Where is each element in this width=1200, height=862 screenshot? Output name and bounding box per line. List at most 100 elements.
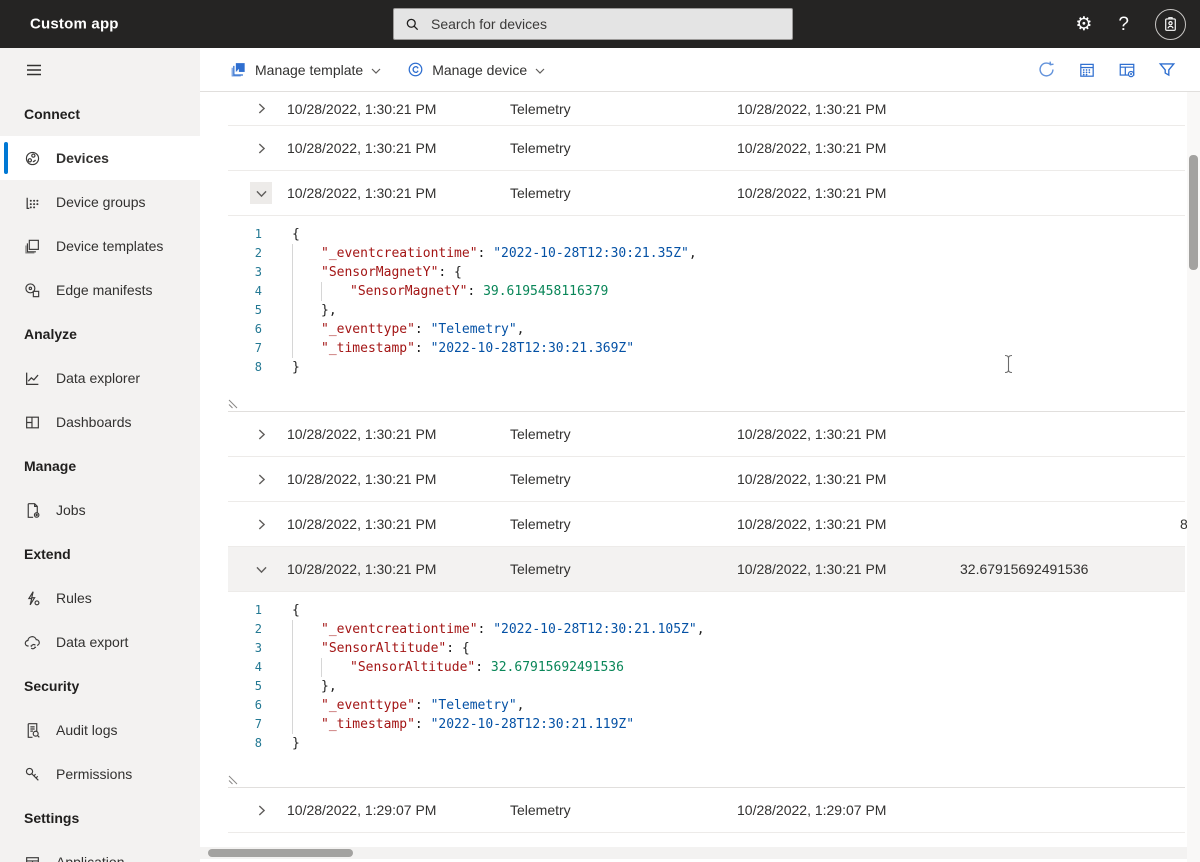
code-text: "_eventtype": "Telemetry", (292, 696, 525, 715)
code-line: 6"_eventtype": "Telemetry", (228, 320, 1185, 339)
code-line: 4"SensorAltitude": 32.67915692491536 (228, 658, 1185, 677)
telemetry-row[interactable]: 10/28/2022, 1:30:21 PMTelemetry10/28/202… (228, 547, 1185, 592)
code-text: } (292, 734, 300, 753)
line-number: 5 (228, 677, 262, 696)
manage-device-label: Manage device (432, 62, 527, 78)
chevron-right-icon[interactable] (250, 98, 272, 120)
horizontal-scrollbar[interactable] (200, 847, 1187, 859)
vertical-scrollbar-thumb[interactable] (1189, 155, 1198, 270)
code-text: "_eventcreationtime": "2022-10-28T12:30:… (292, 620, 705, 639)
line-number: 1 (228, 601, 262, 620)
telemetry-row[interactable]: 10/28/2022, 1:30:21 PMTelemetry10/28/202… (228, 171, 1185, 216)
chevron-down-icon[interactable] (250, 558, 272, 580)
code-line: 6"_eventtype": "Telemetry", (228, 696, 1185, 715)
search-input[interactable] (429, 15, 781, 33)
nav-section-header-connect: Connect (0, 92, 200, 136)
grid-rows: 10/28/2022, 1:30:21 PM Telemetry 10/28/202… (228, 92, 1185, 833)
telemetry-row[interactable]: 10/28/2022, 1:30:21 PMTelemetry10/28/202… (228, 457, 1185, 502)
code-line: 3"SensorMagnetY": { (228, 263, 1185, 282)
sidebar-item-device-groups[interactable]: Device groups (0, 180, 200, 224)
sidebar-item-label: Devices (56, 150, 109, 166)
calendar-icon[interactable] (1078, 61, 1096, 79)
chevron-right-icon[interactable] (250, 423, 272, 445)
timestamp-cell: 10/28/2022, 1:30:21 PM (287, 471, 436, 487)
chevron-right-icon[interactable] (250, 513, 272, 535)
search-box[interactable] (393, 8, 793, 40)
resize-grip-icon[interactable] (228, 399, 238, 409)
code-line: 1{ (228, 225, 1185, 244)
refresh-icon[interactable] (1037, 60, 1056, 79)
manage-template-button[interactable]: Manage template (230, 61, 381, 78)
line-number: 8 (228, 358, 262, 377)
chevron-right-icon[interactable] (250, 799, 272, 821)
rules-icon (24, 590, 41, 607)
sidebar-item-data-export[interactable]: Data export (0, 620, 200, 664)
resize-grip-icon[interactable] (228, 775, 238, 785)
line-number: 4 (228, 282, 262, 301)
telemetry-row[interactable]: 10/28/2022, 1:29:07 PMTelemetry10/28/202… (228, 788, 1185, 833)
code-line: 5}, (228, 677, 1185, 696)
sidebar-item-label: Jobs (56, 502, 86, 518)
chevron-down-icon (535, 68, 545, 74)
data-export-icon (24, 634, 41, 651)
app-shell: Connect Devices Device groups Device templa… (0, 48, 1200, 862)
permissions-icon (24, 766, 41, 783)
column-options-icon[interactable] (1118, 61, 1136, 79)
code-line: 8} (228, 734, 1185, 753)
timestamp-cell: 10/28/2022, 1:30:21 PM (287, 426, 436, 442)
line-number: 6 (228, 320, 262, 339)
devices-icon (24, 150, 41, 167)
telemetry-row[interactable]: 10/28/2022, 1:30:21 PMTelemetry10/28/202… (228, 502, 1185, 547)
sidebar-nav: Connect Devices Device groups Device templa… (0, 92, 200, 862)
timestamp-cell: 10/28/2022, 1:29:07 PM (287, 802, 436, 818)
chevron-right-icon[interactable] (250, 468, 272, 490)
horizontal-scrollbar-thumb[interactable] (208, 849, 353, 857)
sidebar-item-device-templates[interactable]: Device templates (0, 224, 200, 268)
sidebar-item-permissions[interactable]: Permissions (0, 752, 200, 796)
telemetry-row[interactable]: 10/28/2022, 1:30:21 PMTelemetry10/28/202… (228, 126, 1185, 171)
filter-icon[interactable] (1158, 61, 1176, 79)
help-icon[interactable]: ? (1118, 15, 1129, 34)
sidebar-item-label: Device templates (56, 238, 163, 254)
sidebar-item-devices[interactable]: Devices (0, 136, 200, 180)
code-text: "SensorMagnetY": 39.6195458116379 (292, 282, 608, 301)
nav-section-header-analyze: Analyze (0, 312, 200, 356)
toolbar: Manage template Manage device (200, 48, 1200, 92)
avatar[interactable] (1155, 9, 1186, 40)
event-type-cell: Telemetry (510, 426, 571, 442)
sidebar-item-data-explorer[interactable]: Data explorer (0, 356, 200, 400)
main-area: Manage template Manage device 10/28/2022… (200, 48, 1200, 862)
gear-icon[interactable]: ⚙ (1075, 15, 1092, 34)
sidebar-item-rules[interactable]: Rules (0, 576, 200, 620)
manage-device-button[interactable]: Manage device (407, 61, 545, 78)
sidebar-item-edge-manifests[interactable]: Edge manifests (0, 268, 200, 312)
device-groups-icon (24, 194, 41, 211)
sidebar-item-jobs[interactable]: Jobs (0, 488, 200, 532)
hamburger-menu-icon[interactable] (0, 48, 200, 92)
manage-device-icon (407, 61, 424, 78)
line-number: 2 (228, 620, 262, 639)
chevron-down-icon[interactable] (250, 182, 272, 204)
event-type-cell: Telemetry (510, 561, 571, 577)
code-line: 4 "SensorMagnetY": 39.6195458116379 (228, 282, 1185, 301)
vertical-scrollbar[interactable] (1187, 92, 1200, 862)
code-text: "_timestamp": "2022-10-28T12:30:21.119Z" (292, 715, 634, 734)
line-number: 4 (228, 658, 262, 677)
line-number: 5 (228, 301, 262, 320)
timestamp-cell: 10/28/2022, 1:30:21 PM (287, 561, 436, 577)
timestamp-cell: 10/28/2022, 1:30:21 PM (287, 140, 436, 156)
sidebar-item-label: Application (56, 854, 125, 862)
toolbar-left: Manage template Manage device (230, 61, 545, 78)
chevron-right-icon[interactable] (250, 137, 272, 159)
sidebar-item-application[interactable]: Application (0, 840, 200, 862)
telemetry-row[interactable]: 10/28/2022, 1:30:21 PMTelemetry10/28/202… (228, 412, 1185, 457)
json-code-block[interactable]: 1{2"_eventcreationtime": "2022-10-28T12:… (228, 216, 1185, 412)
sidebar-item-dashboards[interactable]: Dashboards (0, 400, 200, 444)
telemetry-row[interactable]: 10/28/2022, 1:30:21 PMTelemetry10/28/202… (228, 92, 1185, 126)
line-number: 3 (228, 639, 262, 658)
sidebar-item-audit-logs[interactable]: Audit logs (0, 708, 200, 752)
timestamp2-cell: 10/28/2022, 1:30:21 PM (737, 140, 886, 156)
json-code-block[interactable]: 1{2"_eventcreationtime": "2022-10-28T12:… (228, 592, 1185, 788)
edge-manifests-icon (24, 282, 41, 299)
sidebar-item-label: Audit logs (56, 722, 117, 738)
